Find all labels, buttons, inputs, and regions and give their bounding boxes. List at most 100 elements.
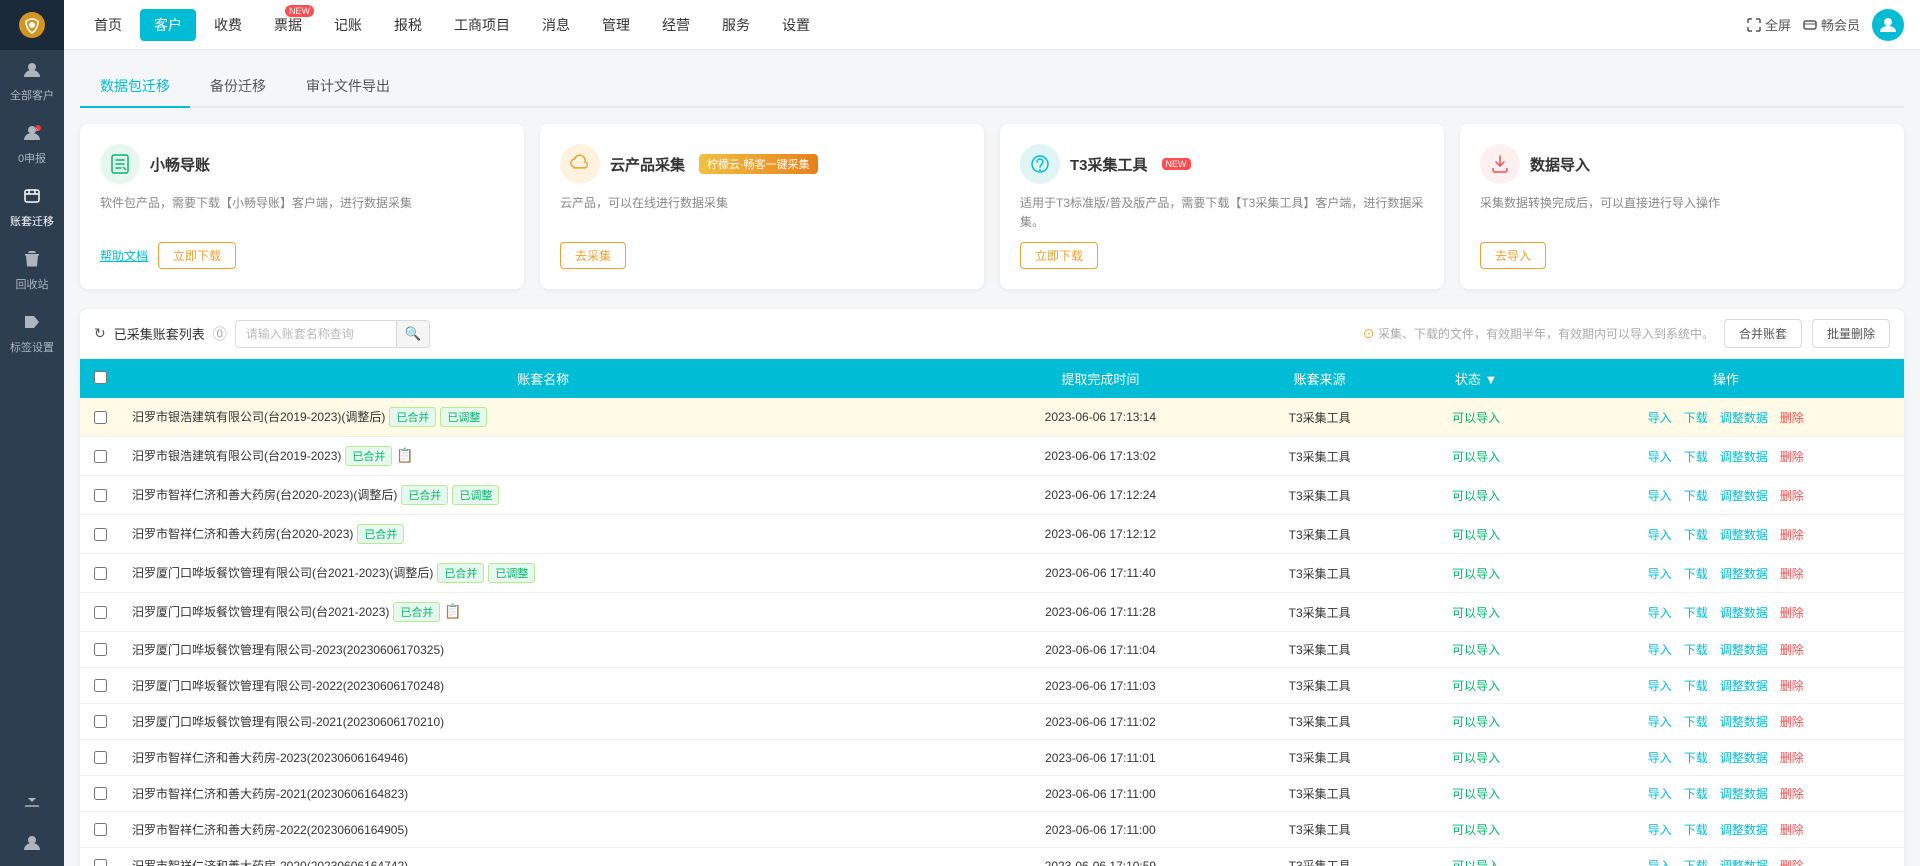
row-action-download[interactable]: 下载 <box>1684 677 1708 694</box>
topnav-item-operation[interactable]: 经营 <box>648 9 704 41</box>
select-all-checkbox[interactable] <box>94 371 107 384</box>
copy-icon[interactable]: 📋 <box>444 603 461 619</box>
row-action-adjust[interactable]: 调整数据 <box>1720 785 1768 802</box>
search-input[interactable] <box>236 322 396 346</box>
row-action-delete[interactable]: 删除 <box>1780 641 1804 658</box>
row-action-adjust[interactable]: 调整数据 <box>1720 526 1768 543</box>
row-action-import[interactable]: 导入 <box>1648 565 1672 582</box>
row-action-download[interactable]: 下载 <box>1684 526 1708 543</box>
row-action-import[interactable]: 导入 <box>1648 785 1672 802</box>
row-checkbox[interactable] <box>94 715 107 728</box>
row-action-download[interactable]: 下载 <box>1684 857 1708 866</box>
row-checkbox[interactable] <box>94 751 107 764</box>
vip-btn[interactable]: 畅会员 <box>1803 15 1860 34</box>
row-action-import[interactable]: 导入 <box>1648 526 1672 543</box>
row-action-adjust[interactable]: 调整数据 <box>1720 821 1768 838</box>
sidebar-item-tag-settings[interactable]: 标签设置 <box>0 302 64 365</box>
row-action-adjust[interactable]: 调整数据 <box>1720 857 1768 866</box>
tab-backup-migrate[interactable]: 备份迁移 <box>190 66 286 108</box>
row-action-delete[interactable]: 删除 <box>1780 409 1804 426</box>
topnav-item-business[interactable]: 工商项目 <box>440 9 524 41</box>
sidebar-item-all-clients[interactable]: 全部客户 <box>0 50 64 113</box>
row-action-adjust[interactable]: 调整数据 <box>1720 641 1768 658</box>
topnav-item-service[interactable]: 服务 <box>708 9 764 41</box>
row-action-delete[interactable]: 删除 <box>1780 677 1804 694</box>
xiaochange-help-link[interactable]: 帮助文档 <box>100 247 148 264</box>
row-action-download[interactable]: 下载 <box>1684 641 1708 658</box>
topnav-item-messages[interactable]: 消息 <box>528 9 584 41</box>
topnav-item-clients[interactable]: 客户 <box>140 9 196 41</box>
row-action-import[interactable]: 导入 <box>1648 749 1672 766</box>
sidebar-item-account-migrate[interactable]: 账套迁移 <box>0 176 64 239</box>
cloud-collect-special-badge[interactable]: 柠檬云·畅客一键采集 <box>699 154 818 174</box>
row-checkbox[interactable] <box>94 450 107 463</box>
row-action-adjust[interactable]: 调整数据 <box>1720 677 1768 694</box>
row-action-delete[interactable]: 删除 <box>1780 487 1804 504</box>
row-checkbox[interactable] <box>94 528 107 541</box>
row-action-import[interactable]: 导入 <box>1648 857 1672 866</box>
row-action-adjust[interactable]: 调整数据 <box>1720 565 1768 582</box>
topnav-item-accounting[interactable]: 记账 <box>320 9 376 41</box>
row-action-import[interactable]: 导入 <box>1648 604 1672 621</box>
row-action-delete[interactable]: 删除 <box>1780 749 1804 766</box>
row-checkbox[interactable] <box>94 679 107 692</box>
topnav-item-home[interactable]: 首页 <box>80 9 136 41</box>
row-action-download[interactable]: 下载 <box>1684 487 1708 504</box>
tab-audit-export[interactable]: 审计文件导出 <box>286 66 410 108</box>
row-action-import[interactable]: 导入 <box>1648 487 1672 504</box>
row-action-download[interactable]: 下载 <box>1684 785 1708 802</box>
row-checkbox[interactable] <box>94 859 107 866</box>
cloud-collect-btn[interactable]: 去采集 <box>560 242 626 269</box>
row-action-import[interactable]: 导入 <box>1648 821 1672 838</box>
hint-icon[interactable]: ⓪ <box>213 324 227 344</box>
sidebar-item-user-profile[interactable] <box>0 823 64 866</box>
refresh-icon[interactable]: ↻ <box>94 325 106 342</box>
row-action-import[interactable]: 导入 <box>1648 713 1672 730</box>
row-action-import[interactable]: 导入 <box>1648 409 1672 426</box>
row-action-delete[interactable]: 删除 <box>1780 785 1804 802</box>
row-action-adjust[interactable]: 调整数据 <box>1720 487 1768 504</box>
row-action-delete[interactable]: 删除 <box>1780 857 1804 866</box>
sidebar-item-recycle[interactable]: 回收站 <box>0 239 64 302</box>
sidebar-item-download[interactable] <box>0 780 64 823</box>
fullscreen-btn[interactable]: 全屏 <box>1747 15 1791 34</box>
row-action-download[interactable]: 下载 <box>1684 821 1708 838</box>
topnav-item-fees[interactable]: 收费 <box>200 9 256 41</box>
row-action-delete[interactable]: 删除 <box>1780 565 1804 582</box>
row-action-download[interactable]: 下载 <box>1684 604 1708 621</box>
topnav-item-manage[interactable]: 管理 <box>588 9 644 41</box>
batch-delete-btn[interactable]: 批量删除 <box>1812 319 1890 348</box>
row-action-delete[interactable]: 删除 <box>1780 526 1804 543</box>
xiaochange-download-btn[interactable]: 立即下载 <box>158 242 236 269</box>
copy-icon[interactable]: 📋 <box>396 447 413 463</box>
row-checkbox[interactable] <box>94 567 107 580</box>
row-action-adjust[interactable]: 调整数据 <box>1720 713 1768 730</box>
row-action-download[interactable]: 下载 <box>1684 448 1708 465</box>
row-action-adjust[interactable]: 调整数据 <box>1720 604 1768 621</box>
row-action-import[interactable]: 导入 <box>1648 448 1672 465</box>
row-action-delete[interactable]: 删除 <box>1780 448 1804 465</box>
t3-download-btn[interactable]: 立即下载 <box>1020 242 1098 269</box>
row-action-import[interactable]: 导入 <box>1648 641 1672 658</box>
row-action-delete[interactable]: 删除 <box>1780 821 1804 838</box>
row-action-download[interactable]: 下载 <box>1684 713 1708 730</box>
tab-data-migrate[interactable]: 数据包迁移 <box>80 66 190 108</box>
merge-btn[interactable]: 合并账套 <box>1724 319 1802 348</box>
row-action-delete[interactable]: 删除 <box>1780 713 1804 730</box>
row-action-download[interactable]: 下载 <box>1684 565 1708 582</box>
data-import-btn[interactable]: 去导入 <box>1480 242 1546 269</box>
row-checkbox[interactable] <box>94 489 107 502</box>
row-checkbox[interactable] <box>94 411 107 424</box>
row-checkbox[interactable] <box>94 606 107 619</box>
row-checkbox[interactable] <box>94 823 107 836</box>
row-action-adjust[interactable]: 调整数据 <box>1720 749 1768 766</box>
topnav-item-settings[interactable]: 设置 <box>768 9 824 41</box>
topnav-item-tax[interactable]: 报税 <box>380 9 436 41</box>
row-action-adjust[interactable]: 调整数据 <box>1720 448 1768 465</box>
row-action-download[interactable]: 下载 <box>1684 409 1708 426</box>
topnav-item-tickets[interactable]: 票据 new <box>260 9 316 41</box>
row-checkbox[interactable] <box>94 643 107 656</box>
row-action-delete[interactable]: 删除 <box>1780 604 1804 621</box>
search-button[interactable]: 🔍 <box>396 321 430 347</box>
row-action-import[interactable]: 导入 <box>1648 677 1672 694</box>
